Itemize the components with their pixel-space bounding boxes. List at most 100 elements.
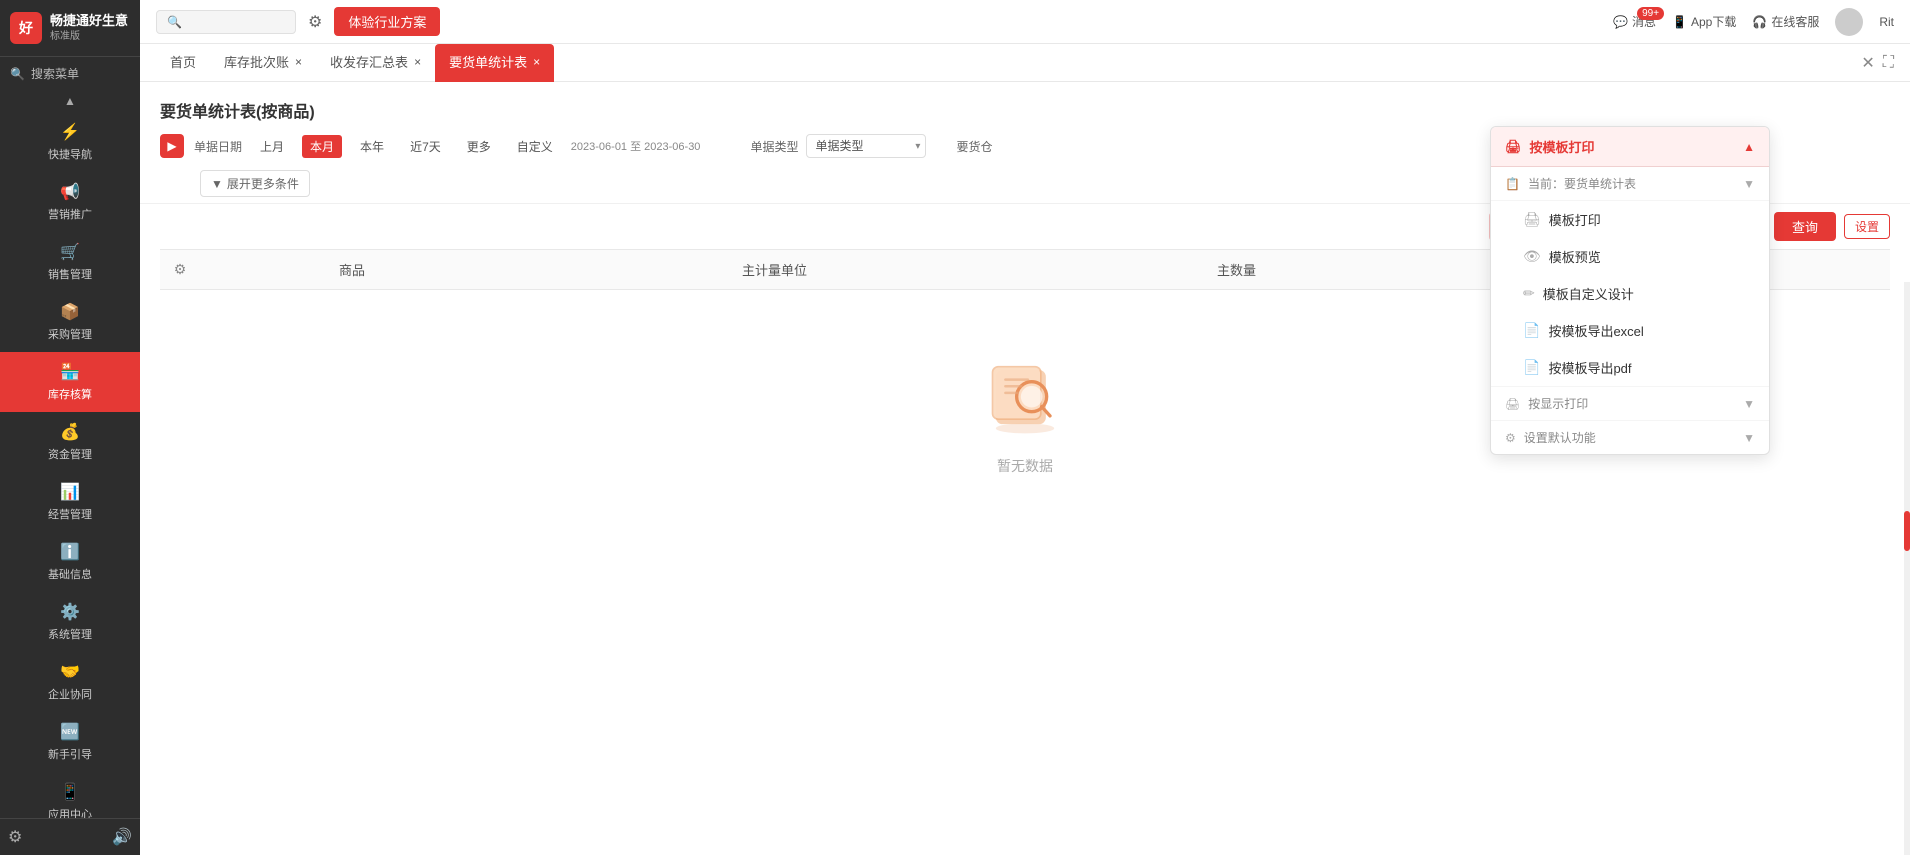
tab-collection-summary[interactable]: 收发存汇总表 ×: [316, 44, 435, 82]
set-default-chevron: ▼: [1743, 431, 1755, 445]
tab-close-collection-summary[interactable]: ×: [414, 56, 421, 68]
tab-inventory-batch[interactable]: 库存批次账 ×: [210, 44, 316, 82]
operation-icon: 📊: [60, 482, 80, 502]
sidebar-item-guide[interactable]: 🆕 新手引导: [0, 712, 140, 772]
type-filter-select[interactable]: 单据类型: [806, 134, 926, 158]
quick-nav-icon: ⚡: [60, 122, 80, 142]
col-unit: 主计量单位: [504, 250, 1045, 290]
col-settings[interactable]: ⚙: [160, 250, 200, 290]
dropdown-current-section: 📋 当前：要货单统计表 ▼: [1491, 167, 1769, 201]
dropdown-print-icon: 🖨: [1505, 139, 1522, 155]
dropdown-item-export-pdf[interactable]: 📄 按模板导出pdf: [1491, 349, 1769, 386]
sidebar-item-apps[interactable]: 📱 应用中心: [0, 772, 140, 818]
expand-conditions-button[interactable]: ▼ 展开更多条件: [200, 170, 310, 197]
tabs-maximize-icon[interactable]: ⛶: [1883, 54, 1894, 72]
settings-button[interactable]: 设置: [1844, 214, 1890, 239]
print-dropdown-menu: 🖨 按模板打印 ▲ 📋 当前：要货单统计表 ▼: [1490, 126, 1770, 455]
current-template-icon: 📋: [1505, 177, 1520, 191]
inventory-icon: 🏪: [60, 362, 80, 382]
dropdown-item-template-custom[interactable]: ✏ 模板自定义设计: [1491, 275, 1769, 312]
finance-icon: 💰: [60, 422, 80, 442]
dropdown-header: 🖨 按模板打印 ▲: [1491, 127, 1769, 167]
date-filter-label: 单据日期: [194, 138, 242, 155]
scrollbar-thumb[interactable]: [1904, 511, 1910, 551]
topbar: 🔍 ⚙ 体验行业方案 💬 消息 99+ 📱 App下载 🎧 在线客服 Rit: [140, 0, 1910, 44]
apps-icon: 📱: [60, 782, 80, 802]
speaker-icon[interactable]: 🔊: [112, 827, 132, 847]
sidebar-item-finance[interactable]: 💰 资金管理: [0, 412, 140, 472]
tab-close-inventory-batch[interactable]: ×: [295, 56, 302, 68]
sidebar-item-marketing[interactable]: 📢 营销推广: [0, 172, 140, 232]
warehouse-filter-label: 要货仓: [956, 138, 992, 155]
settings-bottom-icon[interactable]: ⚙: [8, 827, 22, 847]
date-btn-current-month[interactable]: 本月: [302, 135, 342, 158]
date-range-display: 2023-06-01 至 2023-06-30: [571, 138, 701, 154]
message-item[interactable]: 💬 消息 99+: [1613, 13, 1656, 30]
tab-close-requisition-stats[interactable]: ×: [533, 56, 540, 68]
template-custom-icon: ✏: [1523, 285, 1535, 302]
export-excel-icon: 📄: [1523, 322, 1540, 339]
dropdown-item-template-print[interactable]: 🖨 模板打印: [1491, 201, 1769, 238]
collab-icon: 🤝: [60, 662, 80, 682]
display-print-header[interactable]: 🖨 按显示打印 ▼: [1491, 387, 1769, 420]
main-content: 🔍 ⚙ 体验行业方案 💬 消息 99+ 📱 App下载 🎧 在线客服 Rit: [140, 0, 1910, 855]
basic-icon: ℹ️: [60, 542, 80, 562]
date-btn-7days[interactable]: 近7天: [402, 135, 449, 158]
app-download-item[interactable]: 📱 App下载: [1672, 13, 1736, 30]
date-btn-custom[interactable]: 自定义: [509, 135, 561, 158]
message-icon: 💬: [1613, 15, 1628, 29]
dropdown-set-default-section: ⚙ 设置默认功能 ▼: [1491, 421, 1769, 454]
purchase-icon: 📦: [60, 302, 80, 322]
empty-text: 暂无数据: [997, 456, 1053, 476]
type-filter-label: 单据类型: [750, 138, 798, 155]
marketing-icon: 📢: [60, 182, 80, 202]
sidebar-item-quick-nav[interactable]: ⚡ 快捷导航: [0, 112, 140, 172]
topbar-search[interactable]: 🔍: [156, 10, 296, 34]
user-avatar[interactable]: [1835, 8, 1863, 36]
filter-expand-arrow[interactable]: ▶: [160, 134, 184, 158]
online-service-item[interactable]: 🎧 在线客服: [1752, 13, 1819, 30]
template-print-icon: 🖨: [1523, 211, 1541, 228]
search-topbar-icon: 🔍: [167, 15, 182, 29]
sidebar-item-purchase[interactable]: 📦 采购管理: [0, 292, 140, 352]
guide-icon: 🆕: [60, 722, 80, 742]
topbar-gear-icon[interactable]: ⚙: [308, 12, 322, 32]
sidebar-item-system[interactable]: ⚙️ 系统管理: [0, 592, 140, 652]
template-preview-icon: 👁: [1523, 248, 1541, 265]
tab-requisition-stats[interactable]: 要货单统计表 ×: [435, 44, 554, 82]
trial-button[interactable]: 体验行业方案: [334, 7, 440, 36]
dropdown-item-template-preview[interactable]: 👁 模板预览: [1491, 238, 1769, 275]
sidebar-item-sales[interactable]: 🛒 销售管理: [0, 232, 140, 292]
sidebar-item-collab[interactable]: 🤝 企业协同: [0, 652, 140, 712]
dropdown-collapse-icon[interactable]: ▲: [1743, 140, 1755, 154]
right-scrollbar[interactable]: [1904, 282, 1910, 855]
date-btn-current-year[interactable]: 本年: [352, 135, 392, 158]
sidebar-item-inventory[interactable]: 🏪 库存核算: [0, 352, 140, 412]
dropdown-item-export-excel[interactable]: 📄 按模板导出excel: [1491, 312, 1769, 349]
table-gear-icon[interactable]: ⚙: [174, 261, 187, 277]
logo-icon: 好: [10, 12, 42, 44]
export-pdf-icon: 📄: [1523, 359, 1540, 376]
empty-illustration: [975, 350, 1075, 440]
date-btn-prev-month[interactable]: 上月: [252, 135, 292, 158]
tabs-close-icon[interactable]: ✕: [1861, 53, 1874, 73]
date-btn-more[interactable]: 更多: [459, 135, 499, 158]
display-print-chevron: ▼: [1743, 397, 1755, 411]
current-template-header[interactable]: 📋 当前：要货单统计表 ▼: [1491, 167, 1769, 200]
app-logo: 好 畅捷通好生意 标准版: [0, 0, 140, 57]
expand-icon: ▼: [211, 177, 223, 191]
sidebar: 好 畅捷通好生意 标准版 🔍 搜索菜单 ▲ ⚡ 快捷导航 📢 营销推广 🛒 销售…: [0, 0, 140, 855]
set-default-header[interactable]: ⚙ 设置默认功能 ▼: [1491, 421, 1769, 454]
sidebar-item-operation[interactable]: 📊 经营管理: [0, 472, 140, 532]
dropdown-template-section: 🖨 模板打印 👁 模板预览 ✏ 模板自定义设计 📄 按模板导出excel 📄: [1491, 201, 1769, 387]
query-button[interactable]: 查询: [1774, 212, 1836, 241]
page-title: 要货单统计表(按商品): [160, 98, 315, 122]
system-icon: ⚙️: [60, 602, 80, 622]
tab-home[interactable]: 首页: [156, 44, 210, 82]
sidebar-bottom: ⚙ 🔊: [0, 818, 140, 855]
sidebar-scroll-up[interactable]: ▲: [0, 90, 140, 112]
search-menu[interactable]: 🔍 搜索菜单: [0, 57, 140, 90]
sidebar-item-basic[interactable]: ℹ️ 基础信息: [0, 532, 140, 592]
sidebar-nav: ▲ ⚡ 快捷导航 📢 营销推广 🛒 销售管理 📦 采购管理 🏪 库存核算 💰 资…: [0, 90, 140, 818]
current-template-chevron: ▼: [1743, 177, 1755, 191]
